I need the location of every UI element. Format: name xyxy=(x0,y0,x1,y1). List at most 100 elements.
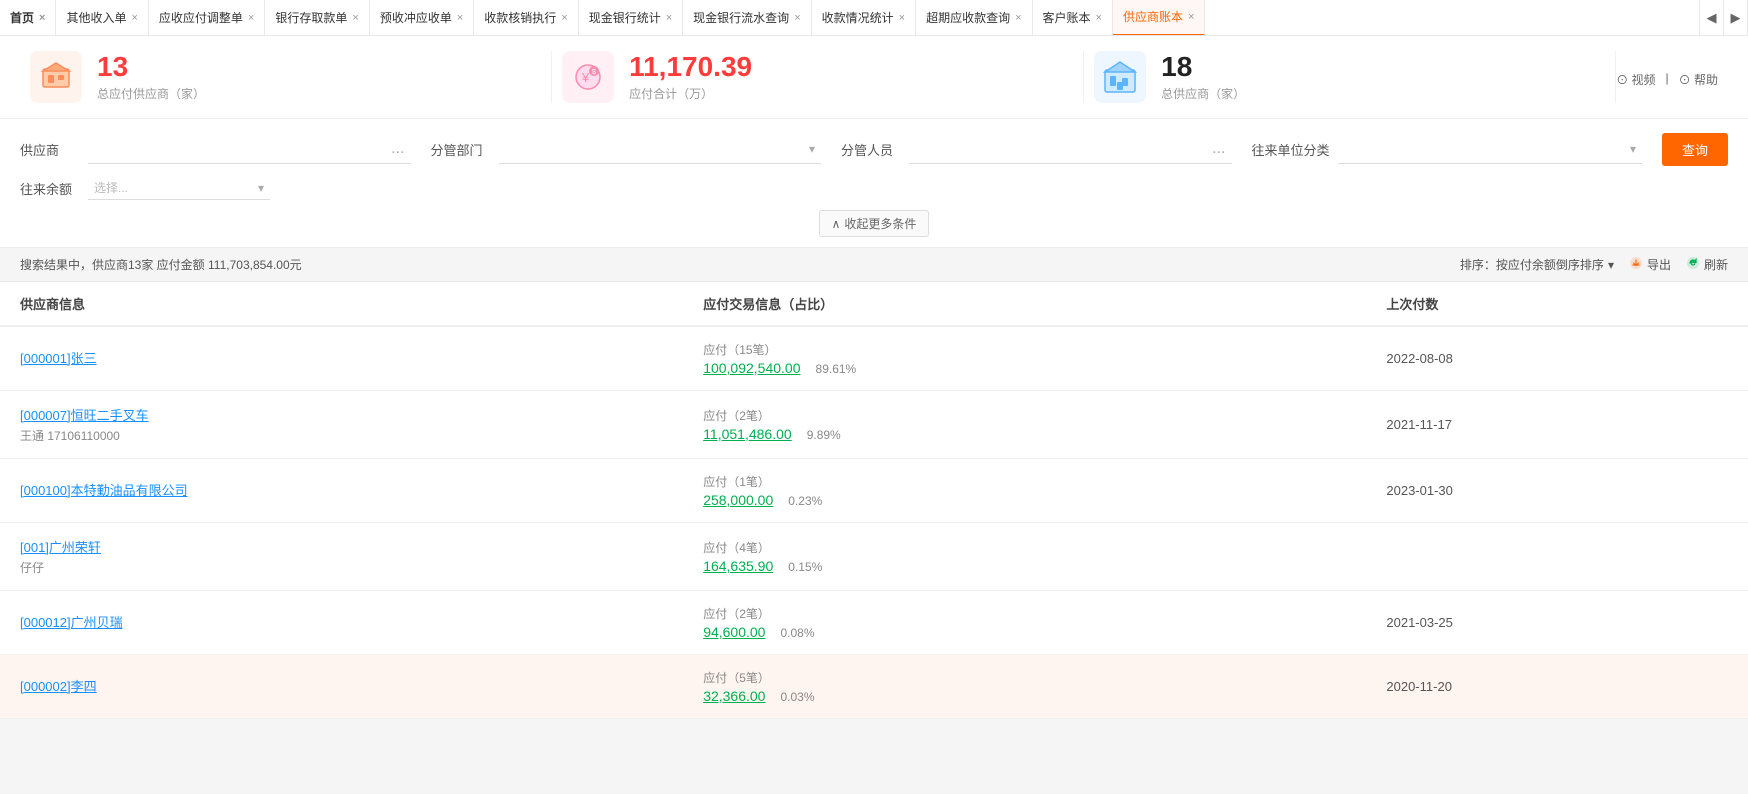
summary-bar: 13 总应付供应商（家） ¥ $ 11,170.39 应付合计（万） xyxy=(0,36,1748,119)
total-supplier-text: 18 总供应商（家） xyxy=(1161,53,1245,102)
category-input-wrapper[interactable]: ▾ xyxy=(1338,136,1642,164)
tx-amount[interactable]: 94,600.00 xyxy=(703,624,765,640)
dept-field: 分管部门 ▾ xyxy=(431,136,822,164)
refresh-button[interactable]: 刷新 xyxy=(1686,256,1728,273)
nav-tab-supplier-account[interactable]: 供应商账本 × xyxy=(1113,0,1205,36)
tx-percent: 89.61% xyxy=(816,362,857,376)
person-dots[interactable]: ... xyxy=(1212,140,1225,158)
nav-tab-prepay[interactable]: 预收冲应收单 × xyxy=(370,0,474,36)
balance-input-wrapper[interactable]: 选择... ▾ xyxy=(88,176,270,200)
tx-label: 应付（4笔） xyxy=(703,539,1386,556)
summary-card-total-suppliers: 18 总供应商（家） xyxy=(1084,51,1616,103)
cash-bank-stat-close[interactable]: × xyxy=(666,12,672,24)
supplier-account-label: 供应商账本 xyxy=(1123,8,1183,25)
last-pay-cell: 2020-11-20 xyxy=(1386,679,1728,694)
export-label: 导出 xyxy=(1647,256,1671,273)
category-dropdown-arrow[interactable]: ▾ xyxy=(1630,142,1636,156)
top-navigation: 首页 × 其他收入单 × 应收应付调整单 × 银行存取款单 × 预收冲应收单 ×… xyxy=(0,0,1748,36)
other-income-close[interactable]: × xyxy=(131,12,137,24)
supplier-account-close[interactable]: × xyxy=(1188,11,1194,23)
home-tab-close[interactable]: × xyxy=(39,12,45,24)
overdue-label: 超期应收款查询 xyxy=(926,9,1010,26)
supplier-link[interactable]: [001]广州荣轩 xyxy=(20,537,703,556)
supplier-input-wrapper[interactable]: ... xyxy=(88,136,411,164)
tx-info-cell: 应付（1笔） 258,000.00 0.23% xyxy=(703,473,1386,508)
result-actions: 排序：按应付余额倒序排序 ▾ 导出 刷新 xyxy=(1460,256,1728,273)
tx-amount[interactable]: 32,366.00 xyxy=(703,688,765,704)
supplier-dots[interactable]: ... xyxy=(391,140,404,158)
nav-tab-ap-adjust[interactable]: 应收应付调整单 × xyxy=(149,0,265,36)
collect-stat-close[interactable]: × xyxy=(899,12,905,24)
search-row-1: 供应商 ... 分管部门 ▾ 分管人员 ... 往来单位分类 ▾ xyxy=(20,133,1728,166)
nav-tab-bank-deposit[interactable]: 银行存取款单 × xyxy=(265,0,369,36)
tx-percent: 0.03% xyxy=(780,690,814,704)
supplier-count-label: 总应付供应商（家） xyxy=(97,85,205,102)
help-link[interactable]: ⊙ 帮助 xyxy=(1679,71,1718,88)
table-row: [000100]本特勤油品有限公司 应付（1笔） 258,000.00 0.23… xyxy=(0,459,1748,523)
balance-dropdown-arrow[interactable]: ▾ xyxy=(258,181,264,195)
supplier-link[interactable]: [000002]李四 xyxy=(20,676,703,695)
customer-account-label: 客户账本 xyxy=(1043,9,1091,26)
query-button[interactable]: 查询 xyxy=(1662,133,1728,166)
bank-deposit-close[interactable]: × xyxy=(352,12,358,24)
collapse-button[interactable]: ∧ 收起更多条件 xyxy=(819,210,930,237)
cash-bank-stat-label: 现金银行统计 xyxy=(589,9,661,26)
prepay-label: 预收冲应收单 xyxy=(380,9,452,26)
category-input[interactable] xyxy=(1344,139,1626,160)
person-label: 分管人员 xyxy=(841,140,901,159)
supplier-link[interactable]: [000012]广州贝瑞 xyxy=(20,612,703,631)
balance-field: 往来余额 选择... ▾ xyxy=(20,176,270,200)
tx-row: 32,366.00 0.03% xyxy=(703,688,1386,704)
nav-arrow-left[interactable]: ◀ xyxy=(1700,0,1724,36)
supplier-input[interactable] xyxy=(94,139,387,160)
tx-amount[interactable]: 100,092,540.00 xyxy=(703,360,800,376)
video-link[interactable]: ⊙ 视频 xyxy=(1616,71,1655,88)
sort-label: 排序：按应付余额倒序排序 xyxy=(1460,256,1604,273)
supplier-link[interactable]: [000100]本特勤油品有限公司 xyxy=(20,480,703,499)
supplier-info-cell: [000012]广州贝瑞 xyxy=(20,612,703,634)
supplier-info-cell: [000100]本特勤油品有限公司 xyxy=(20,480,703,502)
tx-amount[interactable]: 258,000.00 xyxy=(703,492,773,508)
summary-card-suppliers: 13 总应付供应商（家） xyxy=(20,51,552,103)
supplier-link[interactable]: [000001]张三 xyxy=(20,348,703,367)
data-table: 供应商信息 应付交易信息（占比） 上次付数 [000001]张三 应付（15笔）… xyxy=(0,282,1748,719)
export-button[interactable]: 导出 xyxy=(1629,256,1671,273)
tx-amount[interactable]: 164,635.90 xyxy=(703,558,773,574)
customer-account-close[interactable]: × xyxy=(1096,12,1102,24)
dept-input-wrapper[interactable]: ▾ xyxy=(499,136,822,164)
table-row: [000001]张三 应付（15笔） 100,092,540.00 89.61%… xyxy=(0,327,1748,391)
help-separator: | xyxy=(1666,71,1669,85)
payable-icon: ¥ $ xyxy=(562,51,614,103)
nav-tab-customer-account[interactable]: 客户账本 × xyxy=(1033,0,1113,36)
overdue-close[interactable]: × xyxy=(1015,12,1021,24)
nav-tab-other-income[interactable]: 其他收入单 × xyxy=(56,0,148,36)
person-input[interactable] xyxy=(915,139,1208,160)
nav-tab-home[interactable]: 首页 × xyxy=(0,0,56,36)
search-row-2: 往来余额 选择... ▾ xyxy=(20,176,270,200)
export-icon xyxy=(1629,256,1643,273)
tx-row: 164,635.90 0.15% xyxy=(703,558,1386,574)
nav-tab-cash-bank-flow[interactable]: 现金银行流水查询 × xyxy=(683,0,811,36)
supplier-link[interactable]: [000007]恒旺二手叉车 xyxy=(20,405,703,424)
ap-adjust-label: 应收应付调整单 xyxy=(159,9,243,26)
prepay-close[interactable]: × xyxy=(457,12,463,24)
sort-button[interactable]: 排序：按应付余额倒序排序 ▾ xyxy=(1460,256,1614,273)
nav-tab-collect-verify[interactable]: 收款核销执行 × xyxy=(474,0,578,36)
supplier-sub: 王通 17106110000 xyxy=(20,427,703,444)
nav-tab-cash-bank-stat[interactable]: 现金银行统计 × xyxy=(579,0,683,36)
cash-bank-flow-close[interactable]: × xyxy=(794,12,800,24)
tx-info-cell: 应付（2笔） 11,051,486.00 9.89% xyxy=(703,407,1386,442)
tx-amount[interactable]: 11,051,486.00 xyxy=(703,426,792,442)
collect-verify-close[interactable]: × xyxy=(561,12,567,24)
last-pay-cell: 2023-01-30 xyxy=(1386,483,1728,498)
dept-input[interactable] xyxy=(505,139,805,160)
payable-amount-label: 应付合计（万） xyxy=(629,85,752,102)
person-input-wrapper[interactable]: ... xyxy=(909,136,1232,164)
nav-tab-collect-stat[interactable]: 收款情况统计 × xyxy=(812,0,916,36)
ap-adjust-close[interactable]: × xyxy=(248,12,254,24)
dept-dropdown-arrow[interactable]: ▾ xyxy=(809,142,815,156)
nav-tab-overdue[interactable]: 超期应收款查询 × xyxy=(916,0,1032,36)
nav-arrow-right[interactable]: ▶ xyxy=(1724,0,1748,36)
tx-row: 100,092,540.00 89.61% xyxy=(703,360,1386,376)
supplier-sub: 仔仔 xyxy=(20,559,703,576)
